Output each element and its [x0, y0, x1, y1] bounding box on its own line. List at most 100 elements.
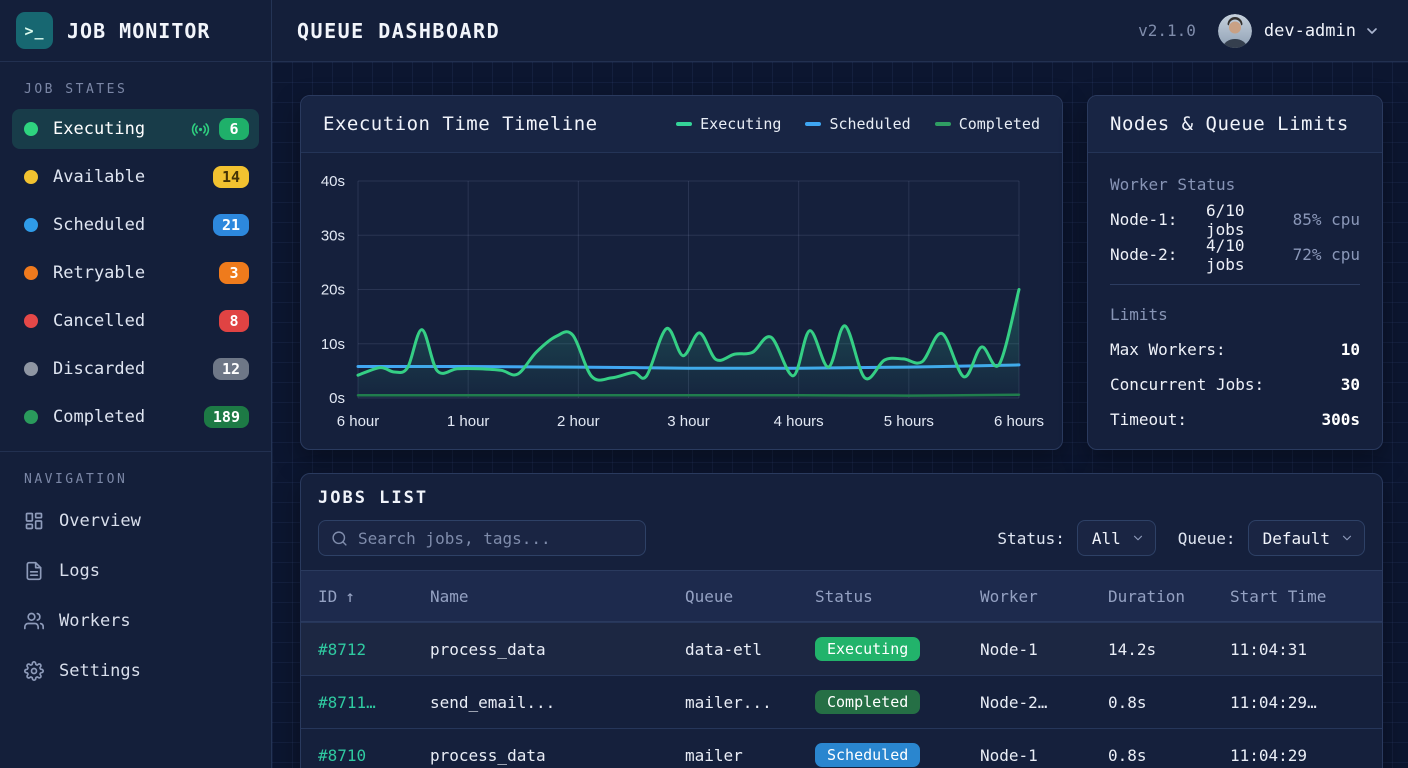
y-axis-tick: 40s [321, 173, 345, 190]
sidebar-state-retryable[interactable]: Retryable 3 [12, 253, 259, 293]
sort-asc-icon: ↑ [345, 586, 355, 606]
state-count-badge: 3 [219, 262, 249, 284]
state-dot [24, 170, 38, 184]
job-id[interactable]: #8710 [318, 746, 366, 765]
column-header-worker[interactable]: Worker [963, 587, 1091, 606]
timeline-chart: 0s 10s 20s 30s 40s 6 hour 1 hour 2 hour 3 hour 4 … [321, 173, 1044, 430]
limit-rows: Max Workers: 10 Concurrent Jobs: 30 Timeout:… [1110, 332, 1360, 437]
column-header-status[interactable]: Status [798, 587, 963, 606]
sidebar-state-scheduled[interactable]: Scheduled 21 [12, 205, 259, 245]
job-name: process_data [430, 639, 546, 659]
y-axis-tick: 20s [321, 282, 345, 299]
nav-item-logs[interactable]: Logs [12, 549, 259, 593]
job-start-time: 11:04:29… [1230, 692, 1317, 712]
x-axis-tick: 6 hours [994, 413, 1044, 430]
column-header-id[interactable]: ID ↑ [301, 587, 413, 606]
jobs-top: JOBS LIST Status: All Queue: Default [301, 474, 1382, 556]
job-name: process_data [430, 745, 546, 765]
user-name[interactable]: dev-admin [1264, 21, 1356, 41]
table-row[interactable]: #8710 process_data mailer Scheduled Node-1 0.… [301, 728, 1382, 768]
legend-swatch [805, 122, 822, 126]
table-cell: Node-1 [963, 640, 1091, 659]
column-header-queue[interactable]: Queue [668, 587, 798, 606]
jobs-search[interactable] [318, 520, 646, 556]
jobs-table: ID ↑ Name Queue Status Worker Duration Start Ti… [301, 570, 1382, 768]
table-cell: 0.8s [1091, 746, 1213, 765]
nav-item-label: Settings [59, 661, 141, 681]
filter-label-status: Status: [997, 528, 1065, 548]
table-cell: #8712 [301, 640, 413, 659]
limit-value: 30 [1340, 375, 1360, 394]
legend-item-scheduled[interactable]: Scheduled [805, 115, 911, 133]
nav-item-workers[interactable]: Workers [12, 599, 259, 643]
job-worker: Node-2… [980, 692, 1048, 712]
legend-swatch [676, 122, 693, 126]
limit-row: Timeout: 300s [1110, 402, 1360, 437]
chart-card-header: Execution Time Timeline Executing Schedul… [301, 96, 1062, 153]
avatar[interactable] [1217, 13, 1252, 48]
nav-item-settings[interactable]: Settings [12, 649, 259, 693]
legend-item-executing[interactable]: Executing [676, 115, 781, 133]
table-row[interactable]: #8712 process_data data-etl Executing Node-1… [301, 622, 1382, 675]
chevron-down-icon [1342, 535, 1352, 541]
nav-item-overview[interactable]: Overview [12, 499, 259, 543]
sidebar-state-completed[interactable]: Completed 189 [12, 397, 259, 437]
table-cell: 11:04:29… [1213, 693, 1384, 712]
live-icon [191, 120, 210, 139]
x-axis-tick: 4 hours [774, 413, 824, 430]
table-cell: 14.2s [1091, 640, 1213, 659]
table-cell: data-etl [668, 640, 798, 659]
node-name: Node-1: [1110, 210, 1178, 229]
nodes-divider [1110, 284, 1360, 285]
sidebar-state-discarded[interactable]: Discarded 12 [12, 349, 259, 389]
legend-label: Completed [958, 115, 1040, 133]
column-header-start-time[interactable]: Start Time [1213, 587, 1384, 606]
terminal-icon: >_ [16, 12, 53, 49]
job-duration: 0.8s [1108, 692, 1147, 712]
table-cell: Scheduled [798, 743, 963, 767]
table-cell: #8711… [301, 693, 413, 712]
workers-icon [24, 612, 44, 630]
job-id[interactable]: #8711… [318, 693, 376, 712]
job-queue: data-etl [685, 639, 763, 659]
state-count-badge: 14 [212, 166, 249, 188]
table-cell: send_email... [413, 693, 668, 712]
sidebar-state-available[interactable]: Available 14 [12, 157, 259, 197]
jobs-list-card: JOBS LIST Status: All Queue: Default ID↑Nam… [300, 473, 1383, 768]
limit-value: 300s [1321, 410, 1360, 429]
chart-title: Execution Time Timeline [323, 113, 598, 135]
filter-select-queue[interactable]: Default [1247, 520, 1365, 556]
state-label: Discarded [53, 359, 146, 379]
table-header-row: ID ↑ Name Queue Status Worker Duration Start Ti… [301, 570, 1382, 622]
limit-row: Concurrent Jobs: 30 [1110, 367, 1360, 402]
node-status-row: Node-1: 6/10 jobs 85% cpu [1110, 201, 1360, 239]
job-duration: 14.2s [1108, 639, 1157, 659]
nodes-card-header: Nodes & Queue Limits [1088, 96, 1382, 153]
state-count-badge: 189 [203, 406, 249, 428]
legend-item-completed[interactable]: Completed [934, 115, 1040, 133]
jobs-filters: Status: All Queue: Default [987, 520, 1365, 556]
status-badge: Completed [815, 690, 921, 714]
app-logo: >_ JOB MONITOR [0, 0, 271, 62]
job-worker: Node-1 [980, 745, 1038, 765]
job-id[interactable]: #8712 [318, 640, 366, 659]
limit-label: Timeout: [1110, 410, 1188, 429]
node-status-row: Node-2: 4/10 jobs 72% cpu [1110, 236, 1360, 274]
table-cell: 11:04:29 [1213, 746, 1384, 765]
column-header-name[interactable]: Name [413, 587, 668, 606]
table-row[interactable]: #8711… send_email... mailer... Completed Nod… [301, 675, 1382, 728]
sidebar-state-executing[interactable]: Executing 6 [12, 109, 259, 149]
app-title: JOB MONITOR [67, 18, 211, 43]
chevron-down-icon[interactable] [1364, 23, 1380, 39]
app-root: { "app": { "name": "JOB MONITOR", "logo_… [0, 0, 1408, 768]
column-header-duration[interactable]: Duration [1091, 587, 1213, 606]
search-input[interactable] [358, 528, 633, 548]
limits-label: Limits [1110, 305, 1168, 324]
filter-select-status[interactable]: All [1076, 520, 1156, 556]
sidebar-state-cancelled[interactable]: Cancelled 8 [12, 301, 259, 341]
status-badge: Executing [815, 637, 921, 661]
status-badge: Scheduled [815, 743, 921, 767]
node-cpu: 72% cpu [1292, 245, 1360, 264]
limit-label: Max Workers: [1110, 340, 1226, 359]
version-badge: v2.1.0 [1138, 21, 1196, 40]
